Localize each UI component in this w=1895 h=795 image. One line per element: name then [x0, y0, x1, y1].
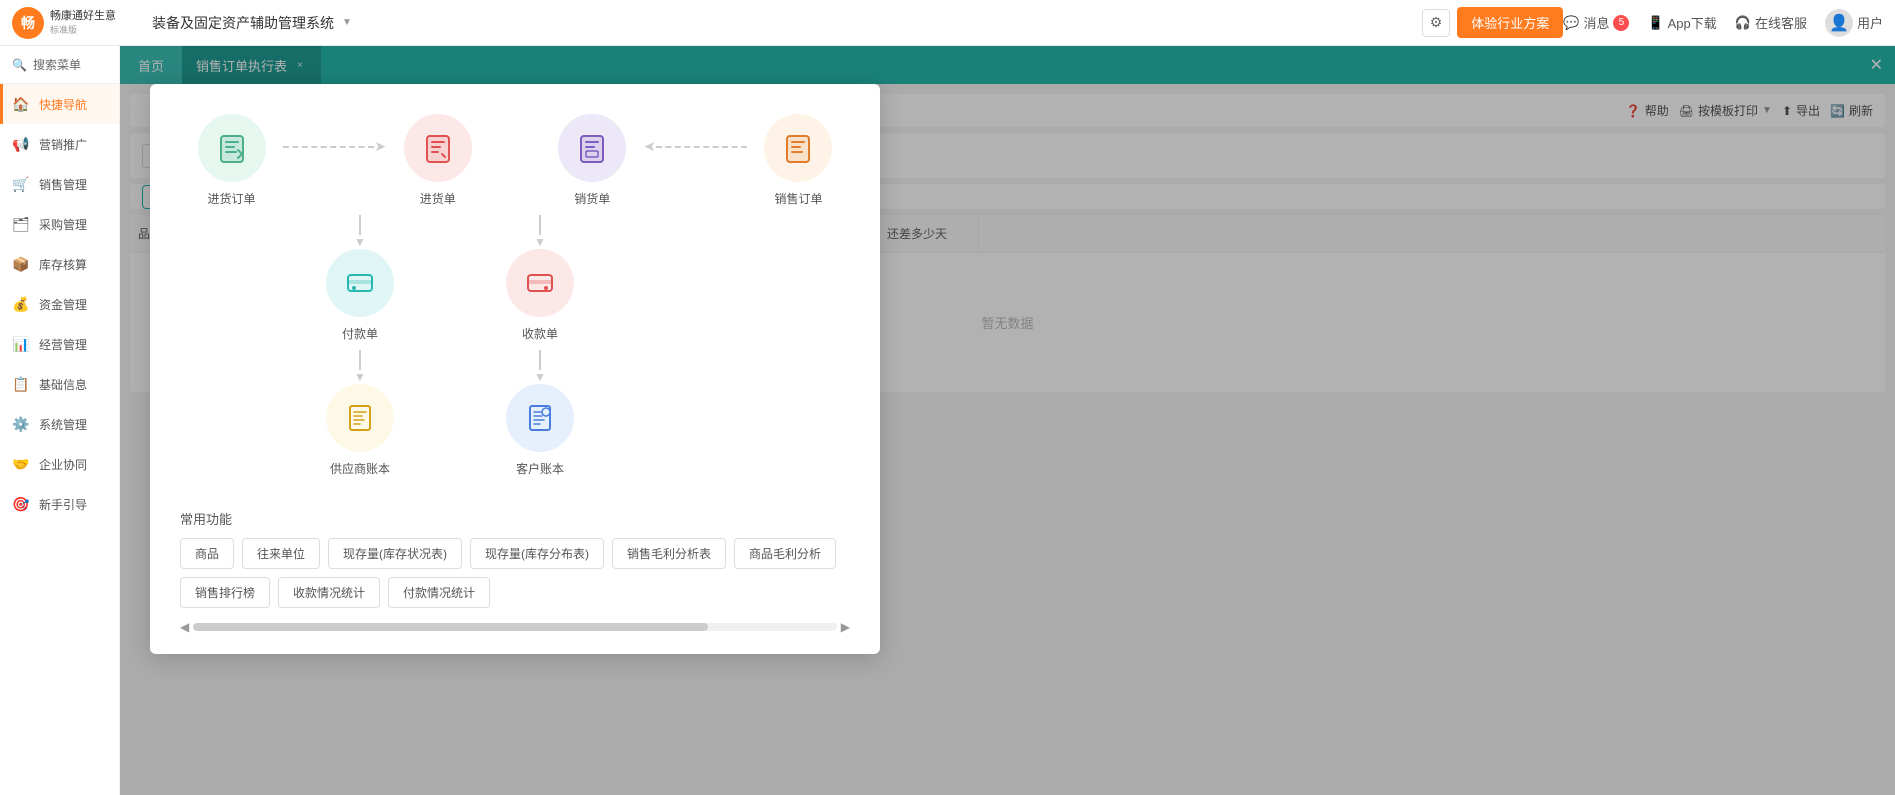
message-button[interactable]: 💬 消息 5 [1563, 13, 1629, 32]
payment-icon [326, 249, 394, 317]
operations-icon: 📊 [11, 334, 31, 354]
sales-bill-icon [558, 114, 626, 182]
message-icon: 💬 [1563, 15, 1579, 31]
customer-ledger-icon [506, 384, 574, 452]
overlay: 进货订单 ➤ 进货单 [120, 46, 1895, 795]
sidebar-item-base-info[interactable]: 📋 基础信息 [0, 364, 119, 404]
dropdown-arrow-icon[interactable]: ▼ [342, 17, 352, 28]
func-btn-往来单位[interactable]: 往来单位 [242, 538, 320, 569]
flow-row-1: 进货订单 ➤ 进货单 [180, 114, 850, 207]
sales-order-label: 销售订单 [774, 190, 822, 207]
search-icon: 🔍 [12, 58, 27, 72]
sidebar-item-purchase[interactable]: 🗂 采购管理 [0, 204, 119, 244]
logo-name: 畅康通好生意 [50, 9, 116, 23]
arrow-purchase-to-bill: ➤ [283, 138, 386, 183]
settings-icon[interactable]: ⚙ [1422, 9, 1450, 37]
flow-row-2: 付款单 收款单 [180, 249, 850, 342]
func-btn-收款情况统计[interactable]: 收款情况统计 [278, 577, 380, 608]
headset-icon: 🎧 [1735, 15, 1751, 31]
logo-sub: 标准版 [50, 23, 116, 36]
common-funcs: 常用功能 商品往来单位现存量(库存状况表) 现存量(库存分布表) 销售毛利分析表商品… [180, 509, 850, 608]
flow-diagram: 进货订单 ➤ 进货单 [180, 114, 850, 485]
header-right: 💬 消息 5 📱 App下载 🎧 在线客服 👤 用户 [1563, 9, 1883, 37]
sidebar: 🔍 搜索菜单 🏠 快捷导航 📢 营销推广 🛒 销售管理 🗂 采购管理 📦 库存核… [0, 46, 120, 795]
flow-node-receipt[interactable]: 收款单 [480, 249, 600, 342]
online-service-button[interactable]: 🎧 在线客服 [1735, 13, 1807, 32]
marketing-icon: 📢 [11, 134, 31, 154]
flow-node-purchase-order[interactable]: 进货订单 [180, 114, 283, 207]
payment-label: 付款单 [342, 325, 378, 342]
flow-node-purchase-bill[interactable]: 进货单 [386, 114, 489, 207]
arrow-sales-order-to-bill: ➤ [644, 138, 747, 183]
user-menu[interactable]: 👤 用户 [1825, 9, 1883, 37]
home-icon: 🏠 [11, 94, 31, 114]
modal-scrollbar: ◀ ▶ [180, 620, 850, 634]
logo-icon: 畅 [12, 7, 44, 39]
sidebar-item-finance[interactable]: 💰 资金管理 [0, 284, 119, 324]
flow-node-sales-bill[interactable]: 销货单 [541, 114, 644, 207]
purchase-icon: 🗂 [11, 214, 31, 234]
scrollbar-track[interactable] [193, 623, 837, 631]
supplier-ledger-label: 供应商账本 [330, 460, 390, 477]
purchase-order-icon [198, 114, 266, 182]
top-header: 畅 畅康通好生意 标准版 装备及固定资产辅助管理系统 ▼ ⚙ 体验行业方案 💬 … [0, 0, 1895, 46]
enterprise-icon: 🤝 [11, 454, 31, 474]
sales-icon: 🛒 [11, 174, 31, 194]
message-badge: 5 [1613, 15, 1629, 31]
main-area: 首页 销售订单执行表 × ✕ ❓ 帮助 🖨 按模板打印 ▼ ⬆ 导出 [120, 46, 1895, 795]
phone-icon: 📱 [1647, 15, 1663, 31]
func-btn-现存量(库存分布表)[interactable]: 现存量(库存分布表) [470, 538, 604, 569]
func-btn-商品毛利分析[interactable]: 商品毛利分析 [734, 538, 836, 569]
receipt-icon [506, 249, 574, 317]
func-btns-row-2: 销售排行榜收款情况统计付款情况统计 [180, 577, 850, 608]
sidebar-item-sales[interactable]: 🛒 销售管理 [0, 164, 119, 204]
func-btn-销售排行榜[interactable]: 销售排行榜 [180, 577, 270, 608]
sidebar-item-enterprise[interactable]: 🤝 企业协同 [0, 444, 119, 484]
flow-node-sales-order[interactable]: 销售订单 [747, 114, 850, 207]
inventory-icon: 📦 [11, 254, 31, 274]
sales-order-icon [764, 114, 832, 182]
logo-area: 畅 畅康通好生意 标准版 [12, 7, 132, 39]
experience-button[interactable]: 体验行业方案 [1457, 7, 1563, 38]
flow-row-3: 供应商账本 客户账本 [180, 384, 850, 477]
func-btn-销售毛利分析表[interactable]: 销售毛利分析表 [612, 538, 726, 569]
app-download-button[interactable]: 📱 App下载 [1647, 13, 1716, 32]
sidebar-item-guide[interactable]: 🎯 新手引导 [0, 484, 119, 524]
quick-nav-modal: 进货订单 ➤ 进货单 [150, 84, 880, 654]
customer-ledger-label: 客户账本 [516, 460, 564, 477]
purchase-bill-icon [404, 114, 472, 182]
search-menu-button[interactable]: 🔍 搜索菜单 [0, 46, 119, 84]
func-btns-row-1: 商品往来单位现存量(库存状况表) 现存量(库存分布表) 销售毛利分析表商品毛利分析 [180, 538, 850, 569]
base-info-icon: 📋 [11, 374, 31, 394]
func-btn-现存量(库存状况表)[interactable]: 现存量(库存状况表) [328, 538, 462, 569]
sidebar-item-quick-nav[interactable]: 🏠 快捷导航 [0, 84, 119, 124]
func-btn-付款情况统计[interactable]: 付款情况统计 [388, 577, 490, 608]
sidebar-item-inventory[interactable]: 📦 库存核算 [0, 244, 119, 284]
sidebar-item-marketing[interactable]: 📢 营销推广 [0, 124, 119, 164]
flow-node-payment[interactable]: 付款单 [300, 249, 420, 342]
func-btn-商品[interactable]: 商品 [180, 538, 234, 569]
finance-icon: 💰 [11, 294, 31, 314]
receipt-label: 收款单 [522, 325, 558, 342]
flow-node-customer-ledger[interactable]: 客户账本 [480, 384, 600, 477]
purchase-bill-label: 进货单 [420, 190, 456, 207]
guide-icon: 🎯 [11, 494, 31, 514]
scrollbar-thumb [193, 623, 708, 631]
scroll-left-icon[interactable]: ◀ [180, 620, 189, 634]
supplier-ledger-icon [326, 384, 394, 452]
sidebar-item-operations[interactable]: 📊 经营管理 [0, 324, 119, 364]
sales-bill-label: 销货单 [574, 190, 610, 207]
flow-node-supplier-ledger[interactable]: 供应商账本 [300, 384, 420, 477]
purchase-order-label: 进货订单 [208, 190, 256, 207]
avatar: 👤 [1825, 9, 1853, 37]
system-title: 装备及固定资产辅助管理系统 ▼ [132, 13, 1422, 33]
common-funcs-title: 常用功能 [180, 509, 850, 528]
scroll-right-icon[interactable]: ▶ [841, 620, 850, 634]
sidebar-item-system[interactable]: ⚙️ 系统管理 [0, 404, 119, 444]
system-icon: ⚙️ [11, 414, 31, 434]
